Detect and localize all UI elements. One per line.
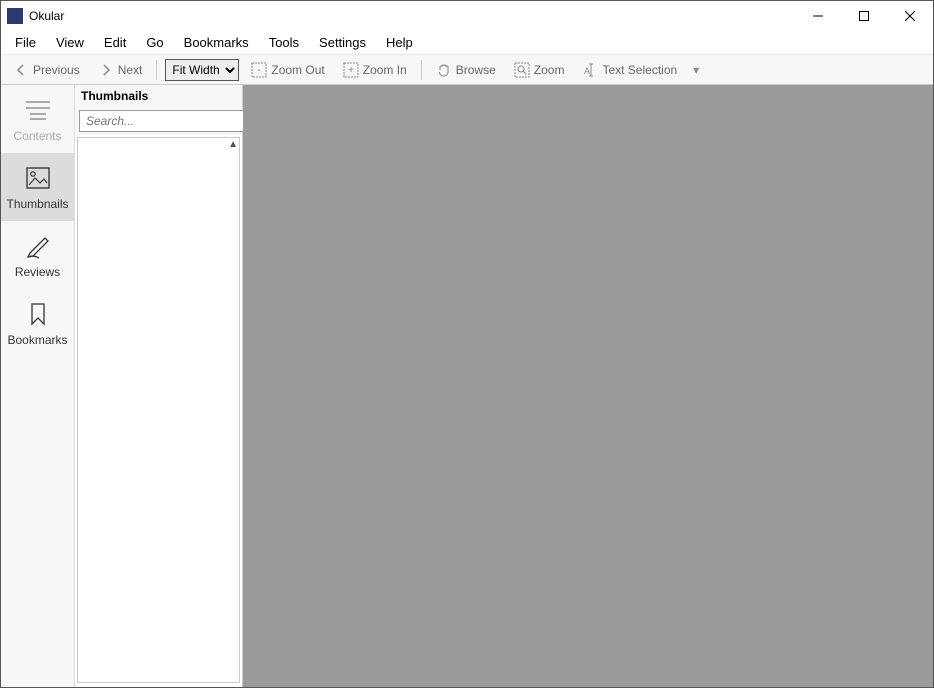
zoom-out-button[interactable]: - Zoom Out — [245, 59, 330, 81]
zoom-in-icon: + — [343, 62, 359, 78]
titlebar: Okular — [1, 1, 933, 31]
thumbnails-search-input[interactable] — [79, 110, 250, 132]
thumbnails-label: Thumbnails — [6, 197, 68, 211]
zoom-in-label: Zoom In — [363, 63, 407, 77]
svg-text:A: A — [584, 66, 590, 76]
sidebar-item-reviews[interactable]: Reviews — [1, 221, 74, 289]
zoom-in-button[interactable]: + Zoom In — [337, 59, 413, 81]
toolbar-separator — [156, 60, 157, 80]
next-label: Next — [118, 63, 143, 77]
sidebar-item-contents[interactable]: Contents — [1, 85, 74, 153]
scroll-up-icon[interactable]: ▲ — [228, 139, 238, 150]
reviews-icon — [23, 233, 53, 259]
hand-icon — [436, 62, 452, 78]
thumbnails-search-row — [75, 107, 242, 135]
close-button[interactable] — [887, 1, 933, 31]
bookmarks-label: Bookmarks — [7, 333, 67, 347]
menu-file[interactable]: File — [5, 33, 46, 52]
text-selection-icon: A — [582, 62, 598, 78]
app-icon — [7, 8, 23, 24]
zoom-tool-label: Zoom — [534, 63, 565, 77]
thumbnails-list: ▲ — [77, 137, 240, 683]
zoom-out-icon: - — [251, 62, 267, 78]
window-controls — [795, 1, 933, 31]
previous-button[interactable]: Previous — [7, 59, 86, 81]
browse-label: Browse — [456, 63, 496, 77]
thumbnails-header: Thumbnails — [75, 85, 242, 107]
sidebar-nav: Contents Thumbnails Reviews Bookmarks — [1, 85, 75, 687]
maximize-icon — [859, 11, 869, 21]
menu-bookmarks[interactable]: Bookmarks — [174, 33, 259, 52]
browse-button[interactable]: Browse — [430, 59, 502, 81]
chevron-right-icon — [98, 62, 114, 78]
zoom-out-label: Zoom Out — [271, 63, 324, 77]
maximize-button[interactable] — [841, 1, 887, 31]
svg-text:-: - — [258, 65, 261, 76]
reviews-label: Reviews — [15, 265, 60, 279]
zoom-tool-button[interactable]: Zoom — [508, 59, 571, 81]
menu-edit[interactable]: Edit — [94, 33, 136, 52]
text-selection-button[interactable]: A Text Selection — [576, 59, 683, 81]
chevron-left-icon — [13, 62, 29, 78]
menu-view[interactable]: View — [46, 33, 94, 52]
menu-settings[interactable]: Settings — [309, 33, 376, 52]
sidebar-item-thumbnails[interactable]: Thumbnails — [1, 153, 74, 221]
next-button[interactable]: Next — [92, 59, 149, 81]
toolbar: Previous Next Fit Width - Zoom Out + Zoo… — [1, 55, 933, 85]
menubar: File View Edit Go Bookmarks Tools Settin… — [1, 31, 933, 55]
body-area: Contents Thumbnails Reviews Bookmarks — [1, 85, 933, 687]
contents-label: Contents — [13, 129, 61, 143]
text-selection-dropdown[interactable]: ▾ — [689, 63, 703, 77]
minimize-icon — [813, 11, 823, 21]
document-viewer[interactable] — [243, 85, 933, 687]
menu-tools[interactable]: Tools — [259, 33, 309, 52]
thumbnails-panel: Thumbnails ▲ — [75, 85, 243, 687]
menu-go[interactable]: Go — [136, 33, 173, 52]
zoom-tool-icon — [514, 62, 530, 78]
contents-icon — [23, 97, 53, 123]
previous-label: Previous — [33, 63, 80, 77]
window-title: Okular — [29, 9, 795, 23]
svg-text:+: + — [348, 65, 354, 76]
toolbar-separator — [421, 60, 422, 80]
bookmarks-icon — [23, 301, 53, 327]
text-selection-label: Text Selection — [602, 63, 677, 77]
menu-help[interactable]: Help — [376, 33, 423, 52]
close-icon — [905, 11, 915, 21]
thumbnails-icon — [23, 165, 53, 191]
zoom-level-select[interactable]: Fit Width — [165, 59, 239, 81]
minimize-button[interactable] — [795, 1, 841, 31]
sidebar-item-bookmarks[interactable]: Bookmarks — [1, 289, 74, 357]
